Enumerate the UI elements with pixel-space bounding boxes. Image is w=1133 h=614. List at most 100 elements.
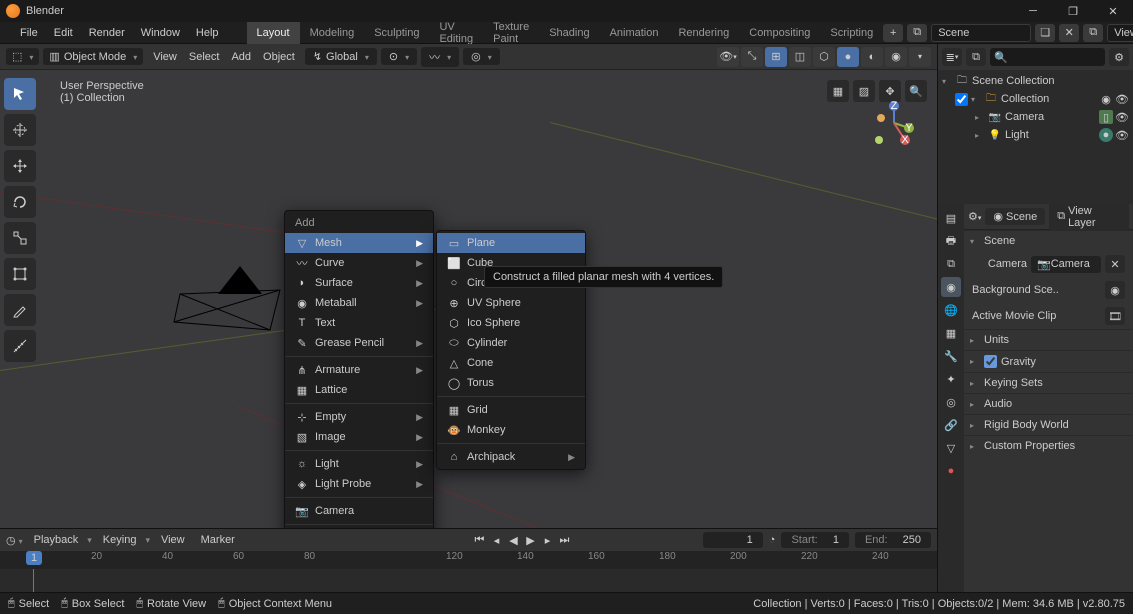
measure-tool[interactable] <box>4 330 36 362</box>
play-button[interactable]: ▶ <box>523 532 539 548</box>
pivot-dropdown[interactable]: ⊙ <box>381 48 417 65</box>
shading-solid[interactable]: ● <box>837 47 859 67</box>
tab-shading[interactable]: Shading <box>539 22 599 44</box>
camera-object[interactable] <box>160 260 290 350</box>
add-menu-grease-pencil[interactable]: ✎Grease Pencil▶ <box>285 333 433 353</box>
viewport-menu-object[interactable]: Object <box>257 51 301 63</box>
annotate-tool[interactable] <box>4 294 36 326</box>
start-frame-field[interactable]: Start: 1 <box>781 532 848 548</box>
current-frame-field[interactable]: 1 <box>703 532 763 548</box>
editor-type-dropdown[interactable]: ⬚ <box>6 48 39 65</box>
add-menu-lattice[interactable]: ▦Lattice <box>285 380 433 400</box>
mode-dropdown[interactable]: ▥Object Mode <box>43 48 143 65</box>
eye-icon[interactable]: 👁 <box>1115 92 1129 106</box>
panel-rigid-body-world[interactable]: ▸Rigid Body World <box>964 414 1133 435</box>
tab-sculpting[interactable]: Sculpting <box>364 22 429 44</box>
shading-wireframe[interactable]: ⬡ <box>813 47 835 67</box>
viewport-menu-add[interactable]: Add <box>225 51 257 63</box>
tab-modeling[interactable]: Modeling <box>300 22 365 44</box>
shading-rendered[interactable]: ◉ <box>885 47 907 67</box>
pan-view-button[interactable]: ✥ <box>879 80 901 102</box>
end-frame-field[interactable]: End: 250 <box>855 532 931 548</box>
mesh-menu-grid[interactable]: ▦Grid <box>437 400 585 420</box>
snap-toggle[interactable]: 〰 <box>421 47 459 67</box>
timeline-view-menu[interactable]: View <box>156 534 190 546</box>
camera-clear-button[interactable]: ✕ <box>1105 255 1125 273</box>
add-menu-light[interactable]: ☼Light▶ <box>285 454 433 474</box>
proportional-edit-toggle[interactable]: ◎ <box>463 48 500 65</box>
mesh-menu-torus[interactable]: ◯Torus <box>437 373 585 393</box>
outliner-filter-button[interactable]: ⚙ <box>1109 48 1129 66</box>
zoom-view-button[interactable]: 🔍 <box>905 80 927 102</box>
add-menu-surface[interactable]: ◗Surface▶ <box>285 273 433 293</box>
mesh-menu-cone[interactable]: △Cone <box>437 353 585 373</box>
playback-menu[interactable]: Playback <box>29 534 84 546</box>
menu-file[interactable]: File <box>12 22 46 44</box>
scene-panel-header[interactable]: ▾Scene <box>964 230 1133 251</box>
light-data-icon[interactable]: ● <box>1099 128 1113 142</box>
tab-scripting[interactable]: Scripting <box>820 22 883 44</box>
rotate-tool[interactable] <box>4 186 36 218</box>
prop-tab-object[interactable]: ▦ <box>941 323 961 343</box>
bg-scene-picker[interactable]: ◉ <box>1105 281 1125 299</box>
eye-icon[interactable]: 👁 <box>1115 128 1129 142</box>
tab-rendering[interactable]: Rendering <box>668 22 739 44</box>
prop-tab-constraints[interactable]: 🔗 <box>941 415 961 435</box>
outliner-scene-collection[interactable]: ▾🗀 Scene Collection <box>938 72 1133 90</box>
navigation-gizmo[interactable]: Z Y X <box>871 100 917 146</box>
prop-scene-button[interactable]: ◉ Scene <box>985 208 1045 225</box>
add-workspace-button[interactable]: + <box>883 24 903 42</box>
minimize-button[interactable]: ─ <box>1013 0 1053 22</box>
panel-audio[interactable]: ▸Audio <box>964 393 1133 414</box>
overlays-toggle[interactable]: ⊞ <box>765 47 787 67</box>
mesh-menu-monkey[interactable]: 🐵Monkey <box>437 420 585 440</box>
prop-tab-output[interactable]: 🖶 <box>941 231 961 251</box>
prop-tab-render[interactable]: ▤ <box>941 208 961 228</box>
scene-browse-icon[interactable]: ⧉ <box>907 24 927 42</box>
keyframe-next-button[interactable]: ▸ <box>540 532 556 548</box>
autokey-button[interactable]: ◔ <box>769 534 776 546</box>
mesh-menu-ico-sphere[interactable]: ⬡Ico Sphere <box>437 313 585 333</box>
add-menu-curve[interactable]: 〰Curve▶ <box>285 253 433 273</box>
mesh-menu-plane[interactable]: ▭Plane <box>437 233 585 253</box>
scale-tool[interactable] <box>4 222 36 254</box>
view-camera-button[interactable]: ▦ <box>827 80 849 102</box>
prop-viewlayer-button[interactable]: ⧉ View Layer <box>1049 203 1129 231</box>
close-button[interactable]: ✕ <box>1093 0 1133 22</box>
prop-tab-scene[interactable]: ◉ <box>941 277 961 297</box>
prop-tab-data[interactable]: ▽ <box>941 438 961 458</box>
add-menu-empty[interactable]: ⊹Empty▶ <box>285 407 433 427</box>
select-box-tool[interactable] <box>4 78 36 110</box>
add-menu-image[interactable]: ▧Image▶ <box>285 427 433 447</box>
scene-camera-field[interactable]: 📷 Camera <box>1031 256 1101 273</box>
add-menu-mesh[interactable]: ▽Mesh▶ <box>285 233 433 253</box>
marker-menu[interactable]: Marker <box>196 534 240 546</box>
outliner-editor-type[interactable]: ≣▾ <box>942 48 962 66</box>
shading-options-dropdown[interactable]: ▾ <box>909 47 931 67</box>
jump-start-button[interactable]: ⏮ <box>472 532 488 548</box>
maximize-button[interactable]: ❐ <box>1053 0 1093 22</box>
scene-name-field[interactable]: Scene <box>931 24 1031 42</box>
panel-units[interactable]: ▸Units <box>964 329 1133 350</box>
active-clip-picker[interactable]: 🎞 <box>1105 307 1125 325</box>
tab-animation[interactable]: Animation <box>600 22 669 44</box>
menu-edit[interactable]: Edit <box>46 22 81 44</box>
camera-data-icon[interactable]: ▯ <box>1099 110 1113 124</box>
mesh-menu-cylinder[interactable]: ⬭Cylinder <box>437 333 585 353</box>
panel-gravity[interactable]: ▸Gravity <box>964 350 1133 372</box>
tab-uv-editing[interactable]: UV Editing <box>429 22 483 44</box>
outliner-display-mode[interactable]: ⧉ <box>966 48 986 66</box>
visibility-dropdown[interactable]: 👁▾ <box>717 47 739 67</box>
menu-render[interactable]: Render <box>81 22 133 44</box>
move-tool[interactable] <box>4 150 36 182</box>
prop-tab-physics[interactable]: ◎ <box>941 392 961 412</box>
outliner-camera[interactable]: ▸📷 Camera ▯👁 <box>938 108 1133 126</box>
view-perspective-button[interactable]: ▨ <box>853 80 875 102</box>
prop-editor-type[interactable]: ⚙▾ <box>968 210 981 223</box>
add-menu-camera[interactable]: 📷Camera <box>285 501 433 521</box>
transform-tool[interactable] <box>4 258 36 290</box>
tab-compositing[interactable]: Compositing <box>739 22 820 44</box>
viewlayer-browse-icon[interactable]: ⧉ <box>1083 24 1103 42</box>
menu-help[interactable]: Help <box>188 22 227 44</box>
keyframe-prev-button[interactable]: ◂ <box>489 532 505 548</box>
